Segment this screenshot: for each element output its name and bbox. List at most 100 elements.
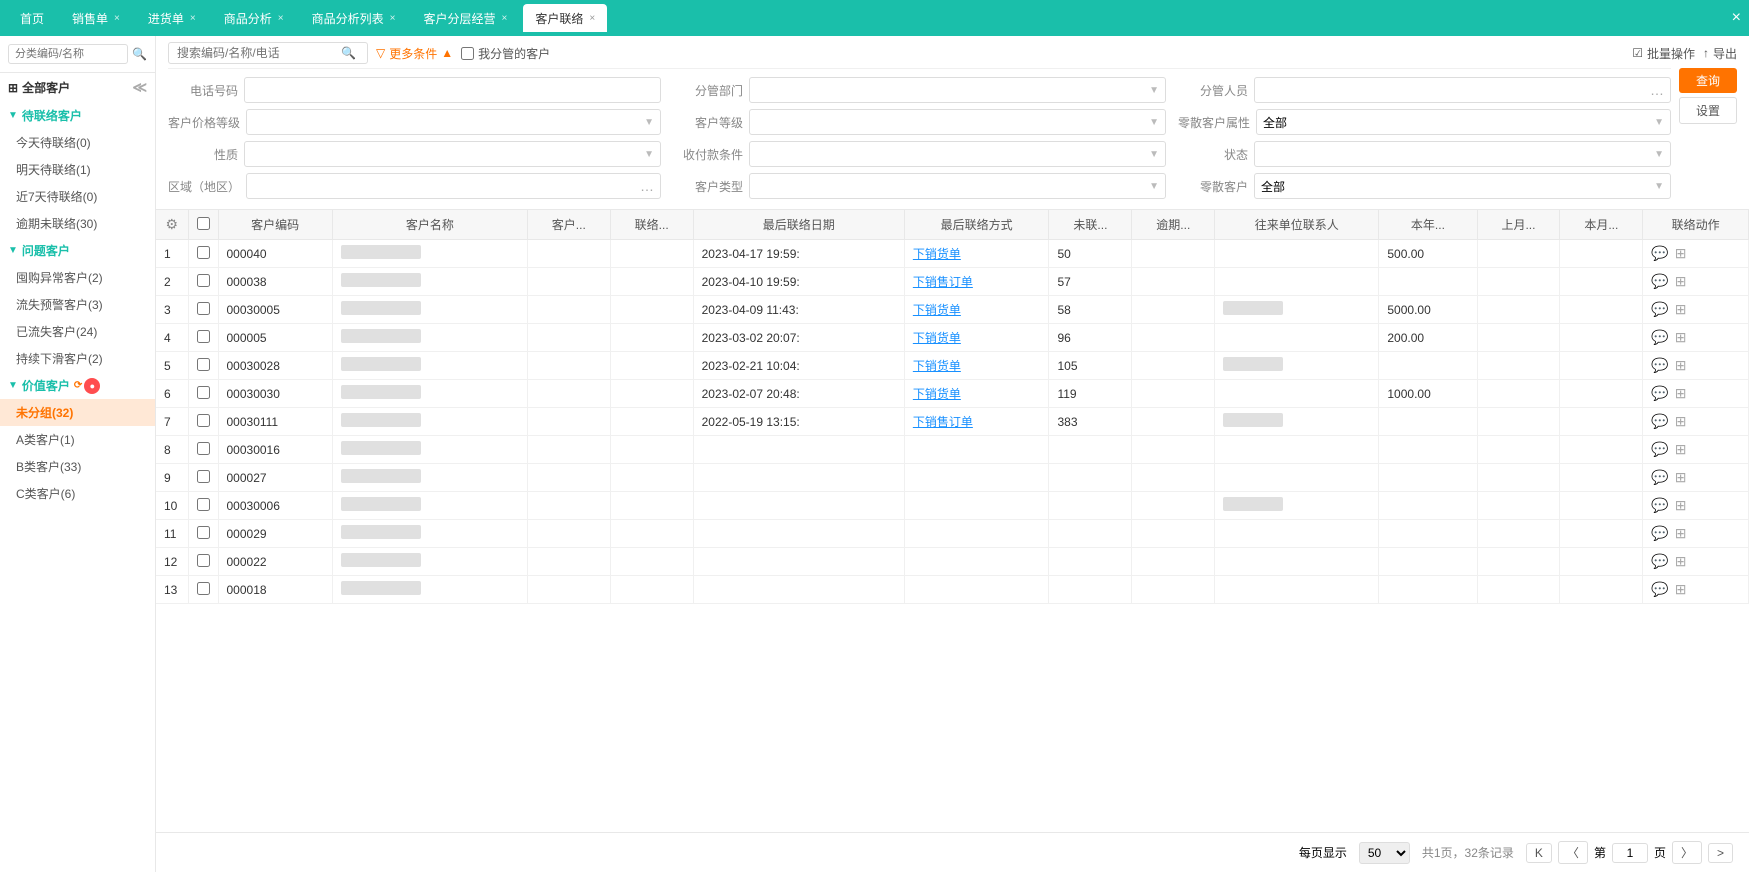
more-action-icon[interactable]: ⊞ — [1675, 245, 1687, 262]
sidebar-item-today[interactable]: 今天待联络(0) — [0, 129, 155, 156]
close-product-analysis-icon[interactable]: × — [278, 13, 284, 24]
region-select[interactable]: … — [246, 173, 661, 199]
sidebar-item-ungroup[interactable]: 未分组(32) — [0, 399, 155, 426]
row-checkbox[interactable] — [197, 386, 210, 399]
row-checkbox[interactable] — [197, 498, 210, 511]
contact-action-icon[interactable]: 💬 — [1651, 581, 1668, 598]
last-page-btn[interactable]: > — [1708, 843, 1733, 863]
more-action-icon[interactable]: ⊞ — [1675, 329, 1687, 346]
sidebar-item-abnormal[interactable]: 囤购异常客户(2) — [0, 264, 155, 291]
more-action-icon[interactable]: ⊞ — [1675, 357, 1687, 374]
more-action-icon[interactable]: ⊞ — [1675, 301, 1687, 318]
search-icon[interactable]: 🔍 — [341, 46, 356, 60]
customer-type-select[interactable]: ▼ — [749, 173, 1166, 199]
contact-action-icon[interactable]: 💬 — [1651, 497, 1668, 514]
sidebar-item-churn-warning[interactable]: 流失预警客户(3) — [0, 291, 155, 318]
settings-icon[interactable]: ⚙ — [165, 216, 178, 232]
contact-way-link[interactable]: 下销货单 — [913, 359, 961, 373]
price-level-select[interactable]: ▼ — [246, 109, 661, 135]
row-checkbox[interactable] — [197, 554, 210, 567]
nature-select[interactable]: ▼ — [244, 141, 661, 167]
row-checkbox[interactable] — [197, 526, 210, 539]
contact-action-icon[interactable]: 💬 — [1651, 525, 1668, 542]
problem-customers-header[interactable]: ▼ 问题客户 — [0, 237, 155, 264]
value-customers-header[interactable]: ▼ 价值客户 ⟳ ● — [0, 372, 155, 399]
export-btn[interactable]: ↑ 导出 — [1703, 45, 1737, 62]
page-number-input[interactable] — [1612, 843, 1648, 863]
contact-action-icon[interactable]: 💬 — [1651, 357, 1668, 374]
contact-action-icon[interactable]: 💬 — [1651, 273, 1668, 290]
close-customer-segment-icon[interactable]: × — [501, 13, 507, 24]
refresh-icon[interactable]: ⟳ — [74, 380, 82, 391]
contact-action-icon[interactable]: 💬 — [1651, 441, 1668, 458]
row-checkbox[interactable] — [197, 582, 210, 595]
retail-attr-select[interactable]: 全部▼ — [1256, 109, 1671, 135]
more-action-icon[interactable]: ⊞ — [1675, 273, 1687, 290]
retail-customer-select[interactable]: 全部▼ — [1254, 173, 1671, 199]
more-action-icon[interactable]: ⊞ — [1675, 581, 1687, 598]
contact-action-icon[interactable]: 💬 — [1651, 245, 1668, 262]
contact-way-link[interactable]: 下销售订单 — [913, 275, 973, 289]
tab-product-analysis[interactable]: 商品分析 × — [212, 4, 296, 32]
customer-level-select[interactable]: ▼ — [749, 109, 1166, 135]
close-product-list-icon[interactable]: × — [390, 13, 396, 24]
first-page-btn[interactable]: K — [1526, 843, 1552, 863]
status-select[interactable]: ▼ — [1254, 141, 1671, 167]
next-page-btn[interactable]: 〉 — [1672, 841, 1702, 864]
tab-customer-contact[interactable]: 客户联络 × — [523, 4, 607, 32]
close-customer-contact-icon[interactable]: × — [589, 13, 595, 24]
sidebar-item-tomorrow[interactable]: 明天待联络(1) — [0, 156, 155, 183]
pay-terms-select[interactable]: ▼ — [749, 141, 1166, 167]
sidebar-item-7days[interactable]: 近7天待联络(0) — [0, 183, 155, 210]
row-checkbox[interactable] — [197, 330, 210, 343]
contact-action-icon[interactable]: 💬 — [1651, 553, 1668, 570]
row-checkbox[interactable] — [197, 414, 210, 427]
sidebar-item-class-c[interactable]: C类客户(6) — [0, 480, 155, 507]
tab-home[interactable]: 首页 — [8, 4, 56, 32]
batch-op-btn[interactable]: ☑ 批量操作 — [1632, 45, 1695, 62]
contact-action-icon[interactable]: 💬 — [1651, 385, 1668, 402]
search-input[interactable] — [177, 46, 337, 60]
tab-purchase[interactable]: 进货单 × — [136, 4, 208, 32]
contact-way-link[interactable]: 下销货单 — [913, 247, 961, 261]
close-purchase-icon[interactable]: × — [190, 13, 196, 24]
contact-action-icon[interactable]: 💬 — [1651, 469, 1668, 486]
contact-way-link[interactable]: 下销货单 — [913, 331, 961, 345]
row-checkbox[interactable] — [197, 274, 210, 287]
all-customers-header[interactable]: ⊞ 全部客户 ≪ — [0, 73, 155, 102]
contact-action-icon[interactable]: 💬 — [1651, 301, 1668, 318]
contact-way-link[interactable]: 下销货单 — [913, 303, 961, 317]
sidebar-item-class-a[interactable]: A类客户(1) — [0, 426, 155, 453]
close-right-icon[interactable]: × — [1732, 9, 1741, 27]
sidebar-item-class-b[interactable]: B类客户(33) — [0, 453, 155, 480]
reset-button[interactable]: 设置 — [1679, 97, 1737, 124]
contact-way-link[interactable]: 下销货单 — [913, 387, 961, 401]
tab-sales[interactable]: 销售单 × — [60, 4, 132, 32]
more-conditions-btn[interactable]: ▽ 更多条件 ▲ — [376, 45, 453, 62]
contact-action-icon[interactable]: 💬 — [1651, 413, 1668, 430]
select-all-checkbox[interactable] — [197, 217, 210, 230]
row-checkbox[interactable] — [197, 246, 210, 259]
more-action-icon[interactable]: ⊞ — [1675, 497, 1687, 514]
query-button[interactable]: 查询 — [1679, 68, 1737, 93]
more-action-icon[interactable]: ⊞ — [1675, 553, 1687, 570]
more-action-icon[interactable]: ⊞ — [1675, 525, 1687, 542]
staff-select[interactable]: … — [1254, 77, 1671, 103]
dept-select[interactable]: ▼ — [749, 77, 1166, 103]
my-customers-checkbox[interactable]: 我分管的客户 — [461, 45, 550, 62]
close-sales-icon[interactable]: × — [114, 13, 120, 24]
collapse-icon[interactable]: ≪ — [132, 79, 147, 96]
prev-page-btn[interactable]: 〈 — [1558, 841, 1588, 864]
row-checkbox[interactable] — [197, 470, 210, 483]
sidebar-search-input[interactable] — [8, 44, 128, 64]
my-customers-check[interactable] — [461, 47, 474, 60]
contact-action-icon[interactable]: 💬 — [1651, 329, 1668, 346]
more-action-icon[interactable]: ⊞ — [1675, 413, 1687, 430]
page-size-select[interactable]: 50 20 100 — [1359, 842, 1410, 864]
row-checkbox[interactable] — [197, 358, 210, 371]
tab-product-list[interactable]: 商品分析列表 × — [300, 4, 408, 32]
row-checkbox[interactable] — [197, 442, 210, 455]
contact-way-link[interactable]: 下销售订单 — [913, 415, 973, 429]
phone-input[interactable] — [244, 77, 661, 103]
more-action-icon[interactable]: ⊞ — [1675, 385, 1687, 402]
